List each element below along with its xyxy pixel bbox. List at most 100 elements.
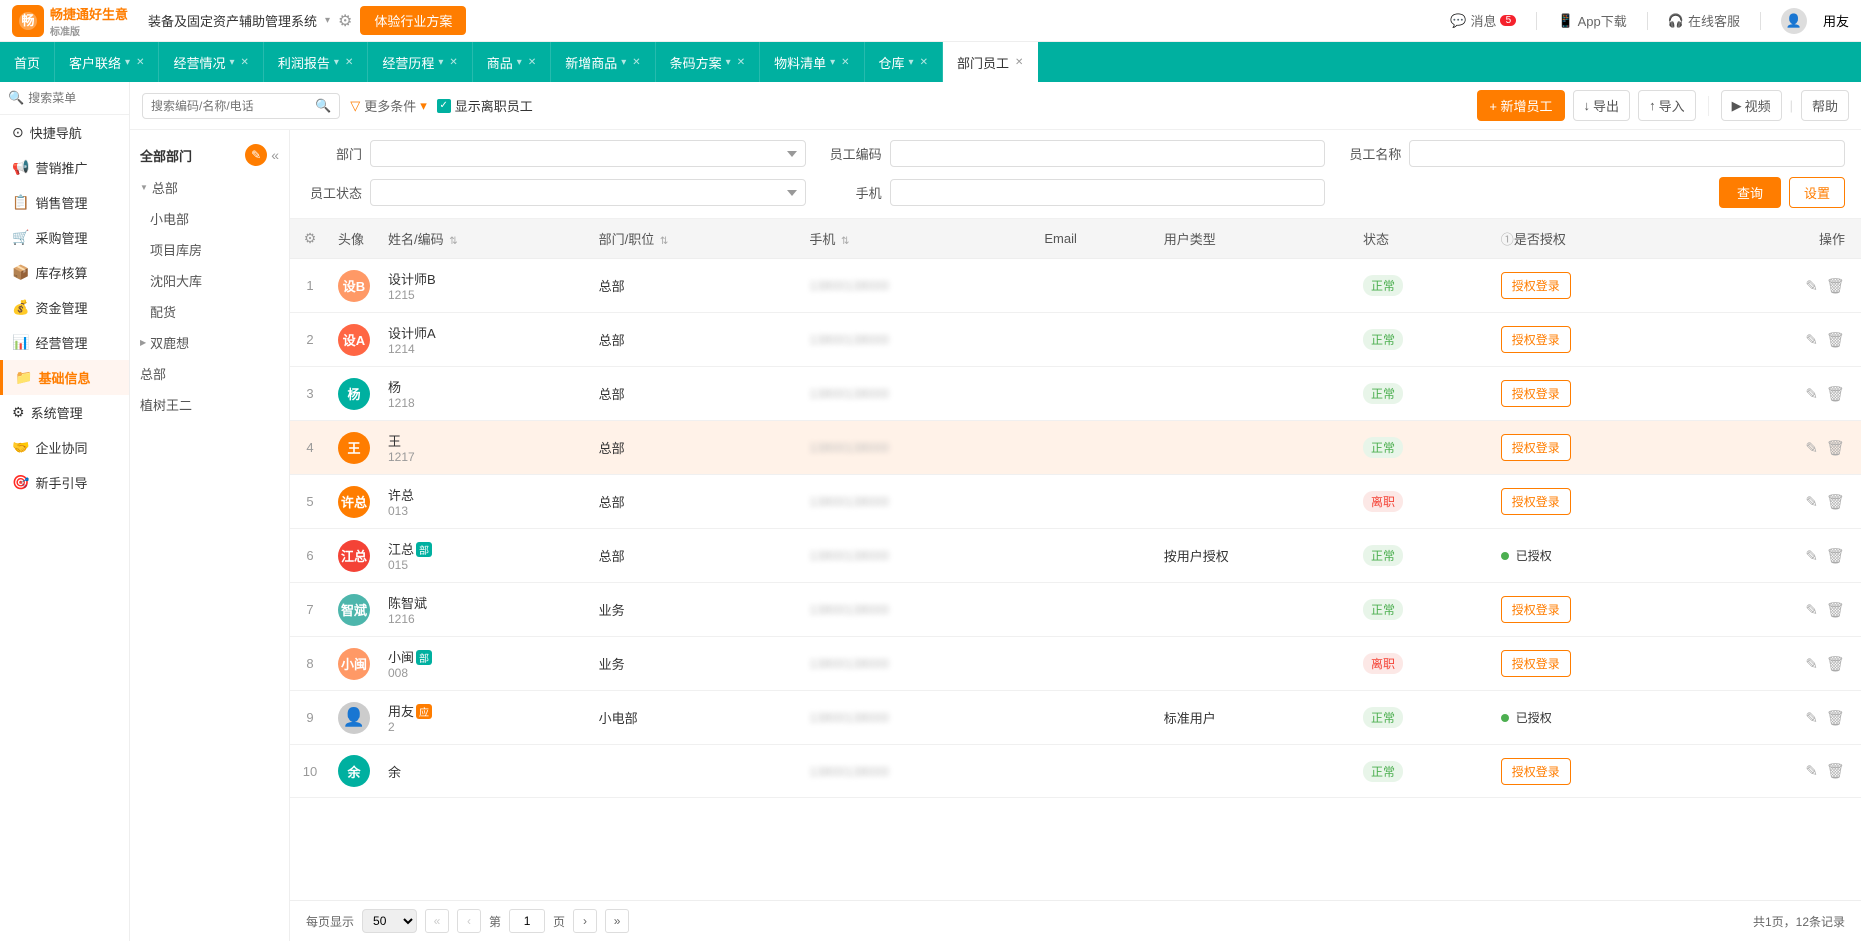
edit-icon[interactable]: ✎ <box>1805 601 1818 619</box>
empname-input[interactable] <box>1409 140 1845 167</box>
delete-icon[interactable]: 🗑 <box>1826 277 1845 295</box>
tab-process[interactable]: 经营历程 ▾ ✕ <box>368 42 472 82</box>
dept-item-head[interactable]: ▼ 总部 <box>130 172 289 203</box>
name-sort-icon[interactable]: ⇅ <box>449 236 457 247</box>
delete-icon[interactable]: 🗑 <box>1826 655 1845 673</box>
dept-collapse-btn[interactable]: « <box>271 147 279 163</box>
search-icon[interactable]: 🔍 <box>315 98 331 114</box>
tab-goods[interactable]: 商品 ▾ ✕ <box>473 42 551 82</box>
trial-button[interactable]: 体验行业方案 <box>360 6 466 35</box>
dept-item-head2[interactable]: 总部 <box>130 358 289 389</box>
set-button[interactable]: 设置 <box>1789 177 1845 208</box>
delete-icon[interactable]: 🗑 <box>1826 601 1845 619</box>
edit-icon[interactable]: ✎ <box>1805 493 1818 511</box>
settings-icon[interactable]: ⚙ <box>338 11 352 31</box>
sidebar-item-purchase[interactable]: 🛒 采购管理 <box>0 220 129 255</box>
sidebar-item-guide[interactable]: 🎯 新手引导 <box>0 465 129 500</box>
help-button[interactable]: 帮助 <box>1801 90 1849 121</box>
tab-material[interactable]: 物料清单 ▾ ✕ <box>760 42 864 82</box>
edit-icon[interactable]: ✎ <box>1805 709 1818 727</box>
tab-customer[interactable]: 客户联络 ▾ ✕ <box>55 42 159 82</box>
page-input[interactable] <box>509 909 545 933</box>
edit-icon[interactable]: ✎ <box>1805 655 1818 673</box>
app-download-btn[interactable]: 📱 App下载 <box>1557 11 1626 30</box>
auth-button[interactable]: 授权登录 <box>1501 650 1571 677</box>
tab-warehouse[interactable]: 仓库 ▾ ✕ <box>865 42 943 82</box>
sidebar-item-collab[interactable]: 🤝 企业协同 <box>0 430 129 465</box>
import-button[interactable]: ↑ 导入 <box>1638 90 1696 121</box>
avatar[interactable]: 👤 <box>1781 8 1807 34</box>
sidebar-item-sales[interactable]: 📋 销售管理 <box>0 185 129 220</box>
tab-dept-close[interactable]: ✕ <box>1015 57 1023 68</box>
edit-icon[interactable]: ✎ <box>1805 762 1818 780</box>
delete-icon[interactable]: 🗑 <box>1826 439 1845 457</box>
next-page-btn[interactable]: › <box>573 909 597 933</box>
th-dept[interactable]: 部门/职位 ⇅ <box>591 219 802 259</box>
message-btn[interactable]: 💬 消息 5 <box>1450 11 1516 30</box>
sidebar-item-inventory[interactable]: 📦 库存核算 <box>0 255 129 290</box>
dept-item-double-love[interactable]: ▶ 双鹿想 <box>130 327 289 358</box>
tab-home[interactable]: 首页 <box>0 42 55 82</box>
tab-barcode-close[interactable]: ✕ <box>737 57 745 68</box>
tab-warehouse-close[interactable]: ✕ <box>920 57 928 68</box>
tab-process-close[interactable]: ✕ <box>449 57 457 68</box>
tab-barcode[interactable]: 条码方案 ▾ ✕ <box>656 42 760 82</box>
tab-dept[interactable]: 部门员工 ✕ <box>943 42 1038 82</box>
delete-icon[interactable]: 🗑 <box>1826 547 1845 565</box>
tab-addgoods-close[interactable]: ✕ <box>632 57 640 68</box>
edit-icon[interactable]: ✎ <box>1805 547 1818 565</box>
edit-icon[interactable]: ✎ <box>1805 277 1818 295</box>
delete-icon[interactable]: 🗑 <box>1826 493 1845 511</box>
edit-icon[interactable]: ✎ <box>1805 439 1818 457</box>
first-page-btn[interactable]: « <box>425 909 449 933</box>
tab-addgoods[interactable]: 新增商品 ▾ ✕ <box>551 42 655 82</box>
edit-icon[interactable]: ✎ <box>1805 385 1818 403</box>
tab-business-close[interactable]: ✕ <box>241 57 249 68</box>
th-name[interactable]: 姓名/编码 ⇅ <box>380 219 591 259</box>
dept-item-distribution[interactable]: 配货 <box>130 296 289 327</box>
export-button[interactable]: ↓ 导出 <box>1573 90 1631 121</box>
more-conditions-btn[interactable]: ▽ 更多条件 ▾ <box>350 96 427 115</box>
sidebar-item-marketing[interactable]: 📢 营销推广 <box>0 150 129 185</box>
empcode-input[interactable] <box>890 140 1326 167</box>
delete-icon[interactable]: 🗑 <box>1826 762 1845 780</box>
dept-item-planting[interactable]: 植树王二 <box>130 389 289 420</box>
sidebar-item-finance[interactable]: 💰 资金管理 <box>0 290 129 325</box>
add-employee-button[interactable]: + 新增员工 <box>1477 90 1564 121</box>
auth-button[interactable]: 授权登录 <box>1501 380 1571 407</box>
status-select[interactable] <box>370 179 806 206</box>
th-settings[interactable]: ⚙ <box>290 219 330 259</box>
edit-icon[interactable]: ✎ <box>1805 331 1818 349</box>
per-page-select[interactable]: 50 100 <box>362 909 417 933</box>
show-resigned-checkbox[interactable]: ✓ <box>437 99 451 113</box>
delete-icon[interactable]: 🗑 <box>1826 709 1845 727</box>
dept-edit-btn[interactable]: ✎ <box>245 144 267 166</box>
auth-button[interactable]: 授权登录 <box>1501 488 1571 515</box>
search-button[interactable]: 查询 <box>1719 177 1781 208</box>
last-page-btn[interactable]: » <box>605 909 629 933</box>
tab-goods-close[interactable]: ✕ <box>528 57 536 68</box>
auth-button[interactable]: 授权登录 <box>1501 326 1571 353</box>
delete-icon[interactable]: 🗑 <box>1826 385 1845 403</box>
phone-sort-icon[interactable]: ⇅ <box>841 236 849 247</box>
dept-item-small-elec[interactable]: 小电部 <box>130 203 289 234</box>
dept-select[interactable] <box>370 140 806 167</box>
online-service-btn[interactable]: 🎧 在线客服 <box>1668 11 1740 30</box>
auth-button[interactable]: 授权登录 <box>1501 434 1571 461</box>
dept-item-shenyang[interactable]: 沈阳大库 <box>130 265 289 296</box>
prev-page-btn[interactable]: ‹ <box>457 909 481 933</box>
auth-button[interactable]: 授权登录 <box>1501 758 1571 785</box>
sidebar-item-operation[interactable]: 📊 经营管理 <box>0 325 129 360</box>
tab-material-close[interactable]: ✕ <box>841 57 849 68</box>
show-resigned-wrap[interactable]: ✓ 显示离职员工 <box>437 96 533 115</box>
tab-business[interactable]: 经营情况 ▾ ✕ <box>159 42 263 82</box>
column-settings-icon[interactable]: ⚙ <box>304 230 317 246</box>
phone-input[interactable] <box>890 179 1326 206</box>
dept-item-project-room[interactable]: 项目库房 <box>130 234 289 265</box>
tab-customer-close[interactable]: ✕ <box>136 57 144 68</box>
th-phone[interactable]: 手机 ⇅ <box>801 219 1036 259</box>
sidebar-item-quicknav[interactable]: ⊙ 快捷导航 <box>0 115 129 150</box>
tab-profit[interactable]: 利润报告 ▾ ✕ <box>264 42 368 82</box>
tab-profit-close[interactable]: ✕ <box>345 57 353 68</box>
sidebar-item-basic[interactable]: 📁 基础信息 <box>0 360 129 395</box>
